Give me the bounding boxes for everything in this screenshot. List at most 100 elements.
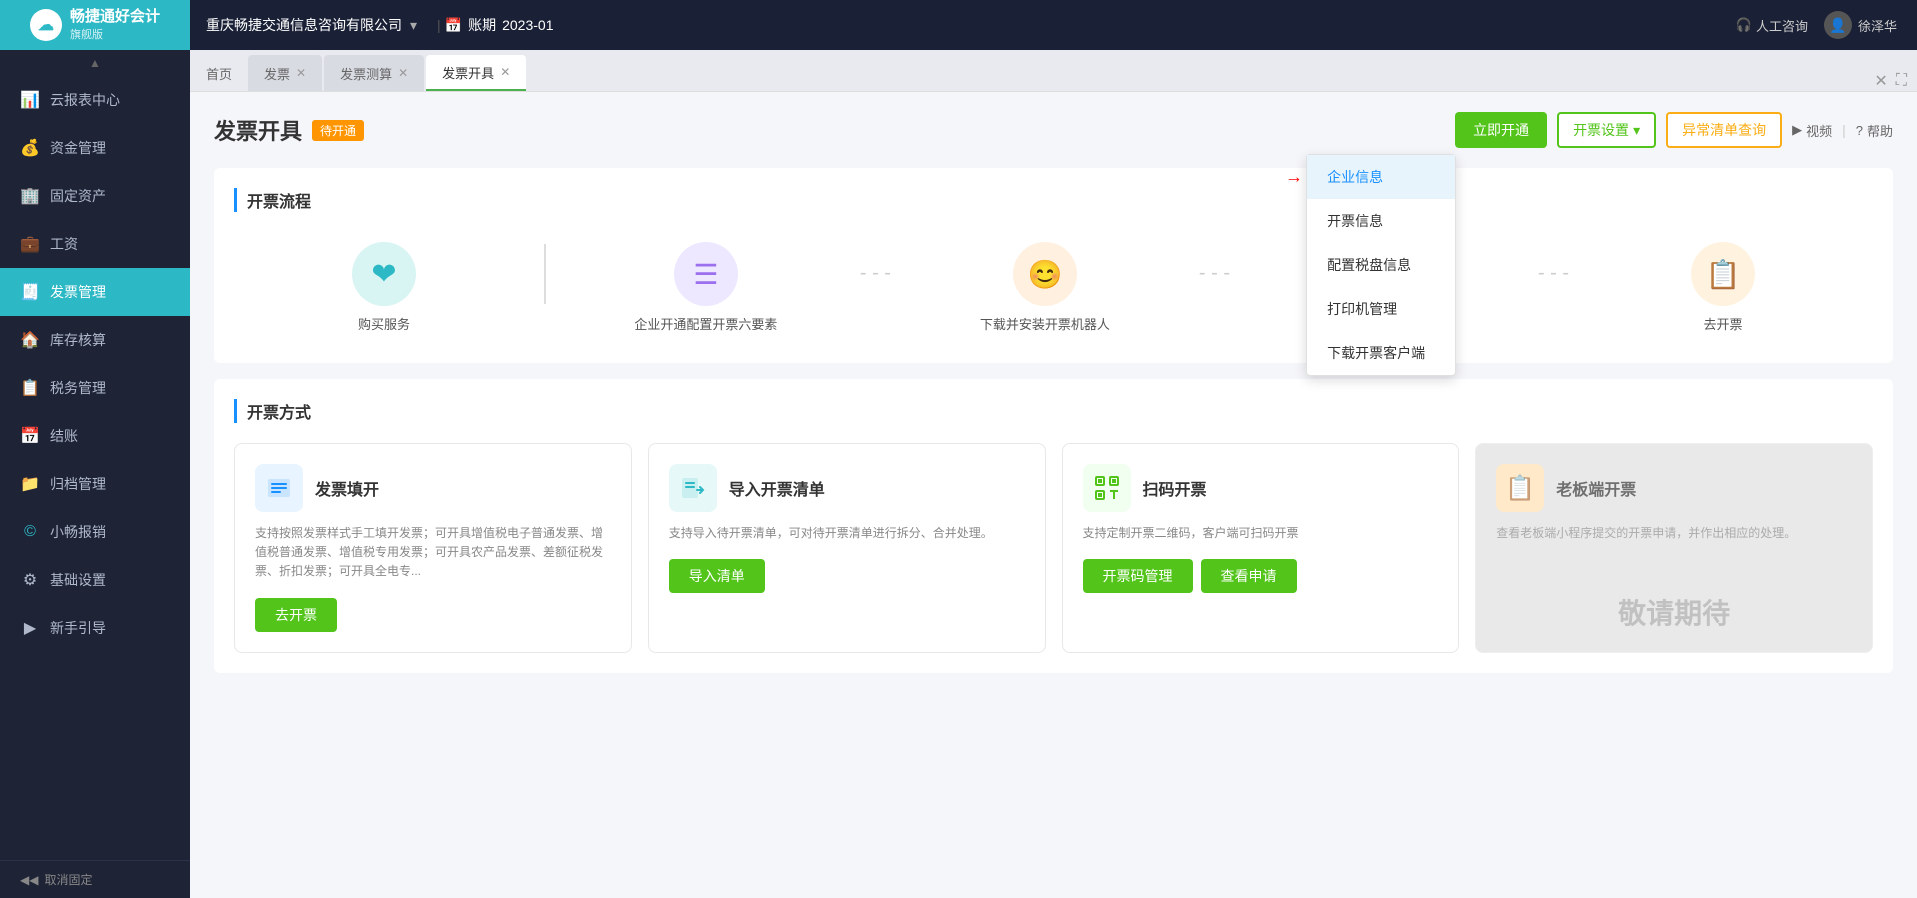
sidebar-label-guide: 新手引导: [50, 618, 106, 638]
video-button[interactable]: ▶ 视频: [1792, 121, 1832, 140]
scan-invoice-view-apply-button[interactable]: 查看申请: [1201, 559, 1297, 593]
fill-invoice-btn-area: 去开票: [255, 598, 337, 632]
dropdown-item-tax-disk-info[interactable]: 配置税盘信息: [1307, 243, 1455, 287]
tab-invoice-test[interactable]: 发票测算 ✕: [324, 55, 424, 91]
dropdown-item-invoice-info[interactable]: 开票信息: [1307, 199, 1455, 243]
sidebar-item-report[interactable]: © 小畅报销: [0, 508, 190, 556]
flow-step-go-invoice: 📋 去开票: [1573, 242, 1873, 333]
tab-bar: 首页 发票 ✕ 发票测算 ✕ 发票开具 ✕ ✕ ⛶: [190, 50, 1917, 92]
flow-steps: ❤ 购买服务 ☰ 企业开通配置开票六要素 - - -: [234, 232, 1873, 343]
fill-invoice-go-button[interactable]: 去开票: [255, 598, 337, 632]
fund-icon: 💰: [20, 138, 40, 158]
sidebar-label-settings: 基础设置: [50, 570, 106, 590]
inventory-icon: 🏠: [20, 330, 40, 350]
sidebar-item-inventory[interactable]: 🏠 库存核算: [0, 316, 190, 364]
tab-invoice-tool[interactable]: 发票开具 ✕: [426, 55, 526, 91]
sidebar-label-fixed-assets: 固定资产: [50, 186, 106, 206]
status-badge: 待开通: [312, 120, 364, 141]
tab-home[interactable]: 首页: [190, 55, 248, 91]
help-page-button[interactable]: ? 帮助: [1856, 121, 1893, 140]
boss-invoice-title: 老板端开票: [1556, 476, 1636, 500]
flow-step-config-label: 企业开通配置开票六要素: [634, 314, 777, 333]
fill-invoice-title: 发票填开: [315, 476, 379, 500]
sidebar-item-tax[interactable]: 📋 税务管理: [0, 364, 190, 412]
import-list-button[interactable]: 导入清单: [669, 559, 765, 593]
salary-icon: 💼: [20, 234, 40, 254]
logo-area: ☁ 畅捷通好会计 旗舰版: [0, 0, 190, 50]
billing-section-title: 开票方式: [234, 399, 1873, 423]
sidebar-item-fixed-assets[interactable]: 🏢 固定资产: [0, 172, 190, 220]
user-area[interactable]: 👤 徐泽华: [1824, 11, 1897, 39]
fill-invoice-desc: 支持按照发票样式手工填开发票；可开具增值税电子普通发票、增值税普通发票、增值税专…: [255, 524, 611, 582]
flow-step-config: ☰ 企业开通配置开票六要素: [556, 242, 856, 333]
tab-invoice-tool-close[interactable]: ✕: [500, 65, 510, 79]
config-icon: ☰: [674, 242, 738, 306]
dropdown-item-download-client[interactable]: 下载开票客户端: [1307, 331, 1455, 375]
flow-arrow3: - - -: [1195, 262, 1234, 285]
import-list-desc: 支持导入待开票清单，可对待开票清单进行拆分、合并处理。: [669, 524, 1025, 543]
company-area[interactable]: 重庆畅捷交通信息咨询有限公司 ▾: [190, 15, 433, 35]
divider1: |: [437, 17, 441, 33]
download-icon: 😊: [1013, 242, 1077, 306]
flow-arrow4: - - -: [1534, 262, 1573, 285]
user-icon: 👤: [1829, 17, 1846, 34]
sidebar-item-fund[interactable]: 💰 资金管理: [0, 124, 190, 172]
sidebar-item-salary[interactable]: 💼 工资: [0, 220, 190, 268]
invoice-settings-wrapper: 开票设置 ▾ → 企业信息 开票信息: [1557, 112, 1656, 148]
scan-invoice-title: 扫码开票: [1143, 476, 1207, 500]
page-title: 发票开具: [214, 114, 302, 146]
sidebar-item-guide[interactable]: ▶ 新手引导: [0, 604, 190, 652]
logo-text: 畅捷通好会计: [70, 8, 160, 26]
tab-bar-expand-icon[interactable]: ⛶: [1896, 72, 1907, 90]
fill-invoice-header: 发票填开: [255, 464, 611, 512]
scan-invoice-btn-area: 开票码管理 查看申请: [1083, 559, 1297, 593]
invoice-settings-dropdown: → 企业信息 开票信息 配置税盘信息 打印机管理: [1306, 154, 1456, 376]
boss-invoice-header: 📋 老板端开票: [1496, 464, 1852, 512]
sidebar-item-settings[interactable]: ⚙ 基础设置: [0, 556, 190, 604]
tab-bar-close-icon[interactable]: ✕: [1874, 71, 1887, 91]
invoice-settings-button[interactable]: 开票设置 ▾: [1557, 112, 1656, 148]
buy-service-icon: ❤: [352, 242, 416, 306]
scan-invoice-code-mgmt-button[interactable]: 开票码管理: [1083, 559, 1193, 593]
company-dropdown-icon[interactable]: ▾: [410, 17, 417, 34]
logo-text-area: 畅捷通好会计 旗舰版: [70, 8, 160, 42]
fill-invoice-icon: [255, 464, 303, 512]
flow-step-download: 😊 下载并安装开票机器人: [895, 242, 1195, 333]
pin-icon: ◀◀: [20, 873, 38, 887]
boss-invoice-desc: 查看老板端小程序提交的开票申请，并作出相应的处理。: [1496, 524, 1852, 543]
header-actions: 立即开通 开票设置 ▾ → 企业信息: [1455, 112, 1893, 148]
sidebar-label-report: 小畅报销: [50, 522, 106, 542]
dropdown-item-printer-mgmt[interactable]: 打印机管理: [1307, 287, 1455, 331]
import-list-icon: [669, 464, 717, 512]
tab-invoice-label: 发票: [264, 64, 290, 83]
settings-icon: ⚙: [20, 570, 40, 590]
tab-invoice-close[interactable]: ✕: [296, 66, 306, 80]
activate-button[interactable]: 立即开通: [1455, 112, 1547, 148]
sidebar-item-cloud-report[interactable]: 📊 云报表中心: [0, 76, 190, 124]
sidebar-cancel-pin[interactable]: ◀◀ 取消固定: [0, 860, 190, 898]
sidebar-scroll-up[interactable]: ▲: [0, 50, 190, 76]
top-right: 🎧 人工咨询 👤 徐泽华: [1736, 11, 1917, 39]
tab-invoice-test-close[interactable]: ✕: [398, 66, 408, 80]
billing-card-import-list: 导入开票清单 支持导入待开票清单，可对待开票清单进行拆分、合并处理。 导入清单: [648, 443, 1046, 653]
help-button[interactable]: 🎧 人工咨询: [1736, 16, 1808, 35]
flow-step-buy-service-label: 购买服务: [358, 314, 410, 333]
sidebar-label-salary: 工资: [50, 234, 78, 254]
page-header: 发票开具 待开通 立即开通 开票设置 ▾ →: [214, 112, 1893, 148]
dropdown-item-company-info[interactable]: → 企业信息: [1307, 155, 1455, 199]
sidebar-item-archive[interactable]: 📁 归档管理: [0, 460, 190, 508]
tab-invoice[interactable]: 发票 ✕: [248, 55, 322, 91]
go-invoice-icon: 📋: [1691, 242, 1755, 306]
divider-btn: |: [1842, 122, 1846, 138]
flow-arrow2: - - -: [856, 262, 895, 285]
sidebar-label-checkout: 结账: [50, 426, 78, 446]
scan-invoice-desc: 支持定制开票二维码，客户端可扫码开票: [1083, 524, 1439, 543]
sidebar-item-checkout[interactable]: 📅 结账: [0, 412, 190, 460]
top-bar: ☁ 畅捷通好会计 旗舰版 重庆畅捷交通信息咨询有限公司 ▾ | 📅 账期 202…: [0, 0, 1917, 50]
content-area: 首页 发票 ✕ 发票测算 ✕ 发票开具 ✕ ✕ ⛶: [190, 50, 1917, 898]
sidebar-item-invoice-mgmt[interactable]: 🧾 发票管理: [0, 268, 190, 316]
sidebar-label-inventory: 库存核算: [50, 330, 106, 350]
exception-list-button[interactable]: 异常清单查询: [1666, 112, 1782, 148]
sidebar: ▲ 📊 云报表中心 💰 资金管理 🏢 固定资产 💼 工资 🧾 发票管理 🏠 库存…: [0, 50, 190, 898]
tab-invoice-tool-label: 发票开具: [442, 63, 494, 82]
